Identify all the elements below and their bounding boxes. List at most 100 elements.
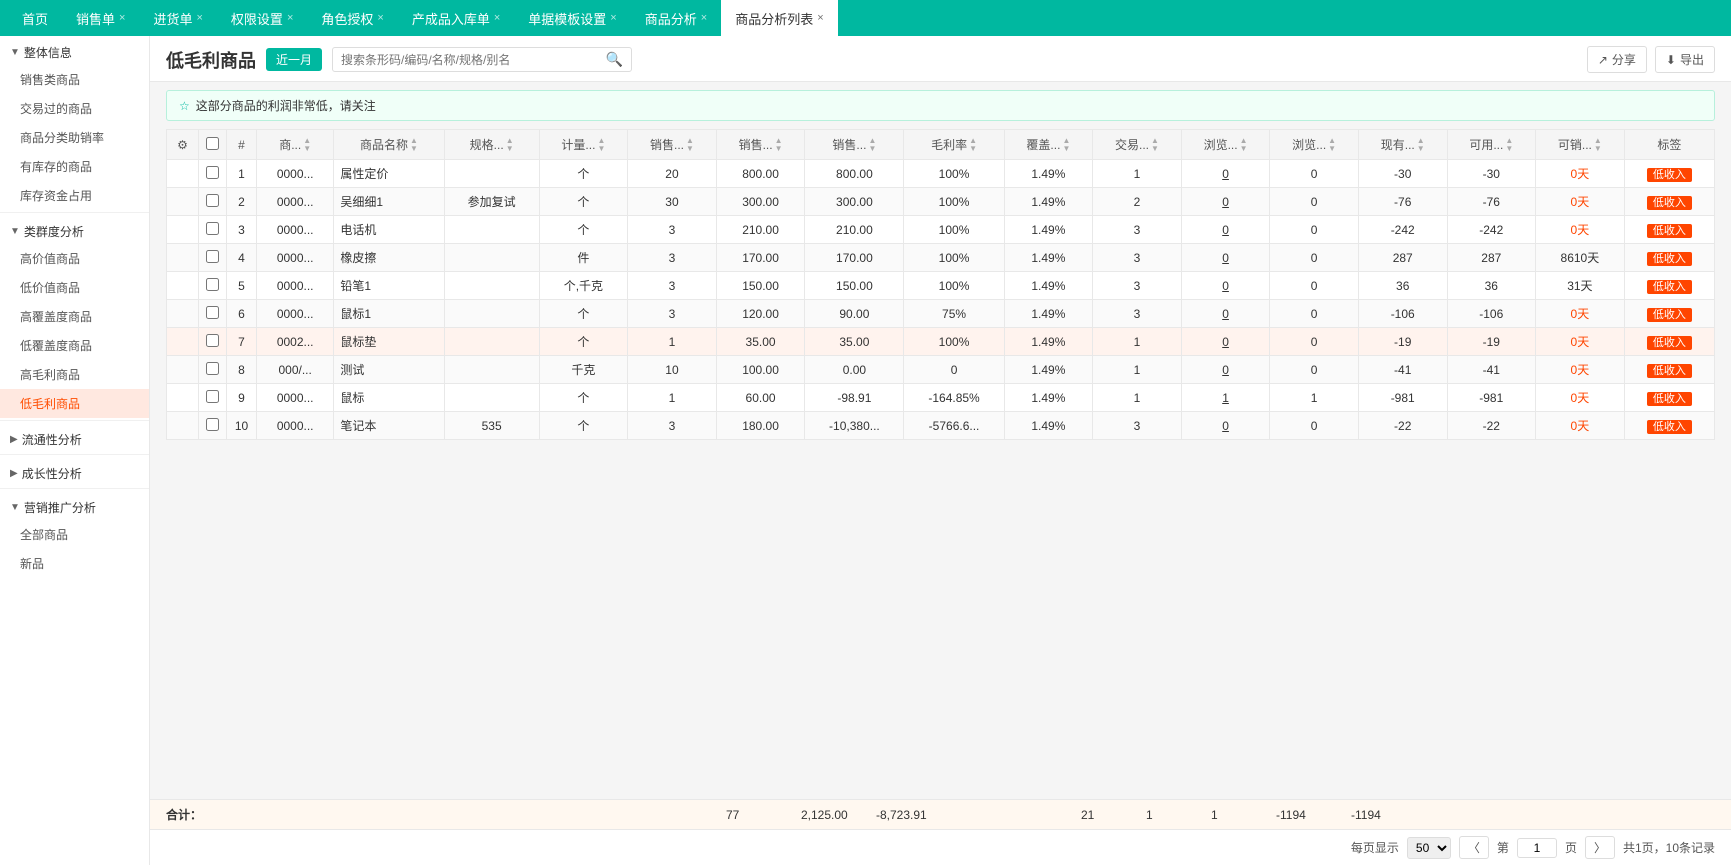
select-all-checkbox[interactable]	[206, 137, 219, 150]
cell-name-0[interactable]: 属性定价	[334, 160, 444, 188]
row-checkbox-4[interactable]	[206, 278, 219, 291]
sidebar-group-cluster[interactable]: ▼ 类群度分析	[0, 215, 149, 244]
sort-trade[interactable]: 交易... ▲▼	[1115, 136, 1159, 153]
cell-name-4[interactable]: 铅笔1	[334, 272, 444, 300]
sort-name[interactable]: 商品名称 ▲▼	[360, 136, 418, 153]
col-header-saleable[interactable]: 可销... ▲▼	[1536, 130, 1625, 160]
col-header-settings[interactable]: ⚙	[167, 130, 199, 160]
sidebar-item-category-rate[interactable]: 商品分类助销率	[0, 123, 149, 152]
sort-available[interactable]: 可用... ▲▼	[1469, 136, 1513, 153]
cell-check-8[interactable]	[199, 384, 227, 412]
sidebar-group-growth[interactable]: ▶ 成长性分析	[0, 457, 149, 486]
cell-view1-5[interactable]: 0	[1181, 300, 1270, 328]
cell-view1-8[interactable]: 1	[1181, 384, 1270, 412]
nav-roles-close[interactable]: ×	[377, 12, 383, 24]
col-header-trade[interactable]: 交易... ▲▼	[1093, 130, 1182, 160]
col-header-check[interactable]	[199, 130, 227, 160]
sort-sale-profit[interactable]: 销售... ▲▼	[832, 136, 876, 153]
cell-view1-4[interactable]: 0	[1181, 272, 1270, 300]
row-checkbox-9[interactable]	[206, 418, 219, 431]
cell-view1-0[interactable]: 0	[1181, 160, 1270, 188]
cell-check-9[interactable]	[199, 412, 227, 440]
current-page-input[interactable]	[1517, 838, 1557, 858]
col-header-coverage[interactable]: 覆盖... ▲▼	[1004, 130, 1093, 160]
sidebar-item-stock-capital[interactable]: 库存资金占用	[0, 181, 149, 210]
sort-code[interactable]: 商... ▲▼	[279, 136, 311, 153]
search-icon[interactable]: 🔍	[606, 51, 623, 68]
cell-check-1[interactable]	[199, 188, 227, 216]
row-checkbox-1[interactable]	[206, 194, 219, 207]
nav-roles[interactable]: 角色授权×	[307, 0, 397, 36]
settings-icon[interactable]: ⚙	[177, 138, 188, 152]
sidebar-group-flow[interactable]: ▶ 流通性分析	[0, 423, 149, 452]
sort-view1[interactable]: 浏览... ▲▼	[1204, 136, 1248, 153]
col-header-sale-profit[interactable]: 销售... ▲▼	[805, 130, 904, 160]
cell-check-6[interactable]	[199, 328, 227, 356]
row-checkbox-0[interactable]	[206, 166, 219, 179]
sort-coverage[interactable]: 覆盖... ▲▼	[1026, 136, 1070, 153]
cell-name-9[interactable]: 笔记本	[334, 412, 444, 440]
sort-sale-count[interactable]: 销售... ▲▼	[650, 136, 694, 153]
row-checkbox-8[interactable]	[206, 390, 219, 403]
sidebar-group-marketing[interactable]: ▼ 营销推广分析	[0, 491, 149, 520]
cell-name-3[interactable]: 橡皮擦	[334, 244, 444, 272]
sidebar-item-high-coverage[interactable]: 高覆盖度商品	[0, 302, 149, 331]
row-checkbox-5[interactable]	[206, 306, 219, 319]
sort-current[interactable]: 现有... ▲▼	[1381, 136, 1425, 153]
sort-view2[interactable]: 浏览... ▲▼	[1292, 136, 1336, 153]
cell-check-5[interactable]	[199, 300, 227, 328]
sort-saleable[interactable]: 可销... ▲▼	[1558, 136, 1602, 153]
sidebar-item-low-value[interactable]: 低价值商品	[0, 273, 149, 302]
nav-permissions[interactable]: 权限设置×	[217, 0, 307, 36]
sidebar-item-new-goods[interactable]: 新品	[0, 549, 149, 578]
cell-name-8[interactable]: 鼠标	[334, 384, 444, 412]
nav-templates-close[interactable]: ×	[610, 12, 616, 24]
col-header-profit-rate[interactable]: 毛利率 ▲▼	[904, 130, 1004, 160]
nav-sales[interactable]: 销售单×	[62, 0, 139, 36]
row-checkbox-7[interactable]	[206, 362, 219, 375]
nav-analysis[interactable]: 商品分析×	[631, 0, 721, 36]
sort-spec[interactable]: 规格... ▲▼	[470, 136, 514, 153]
cell-name-1[interactable]: 吴细细1	[334, 188, 444, 216]
cell-view1-2[interactable]: 0	[1181, 216, 1270, 244]
cell-name-6[interactable]: 鼠标垫	[334, 328, 444, 356]
cell-check-2[interactable]	[199, 216, 227, 244]
sidebar-item-high-value[interactable]: 高价值商品	[0, 244, 149, 273]
col-header-sale-count[interactable]: 销售... ▲▼	[628, 130, 717, 160]
nav-analysis-list-close[interactable]: ×	[817, 12, 823, 24]
col-header-unit[interactable]: 计量... ▲▼	[539, 130, 628, 160]
col-header-view2[interactable]: 浏览... ▲▼	[1270, 130, 1359, 160]
col-header-view1[interactable]: 浏览... ▲▼	[1181, 130, 1270, 160]
row-checkbox-2[interactable]	[206, 222, 219, 235]
sort-sale-price[interactable]: 销售... ▲▼	[739, 136, 783, 153]
cell-name-5[interactable]: 鼠标1	[334, 300, 444, 328]
cell-check-3[interactable]	[199, 244, 227, 272]
cell-name-2[interactable]: 电话机	[334, 216, 444, 244]
col-header-available[interactable]: 可用... ▲▼	[1447, 130, 1536, 160]
cell-view1-9[interactable]: 0	[1181, 412, 1270, 440]
nav-home[interactable]: 首页	[8, 0, 62, 36]
cell-check-4[interactable]	[199, 272, 227, 300]
nav-permissions-close[interactable]: ×	[287, 12, 293, 24]
nav-analysis-close[interactable]: ×	[701, 12, 707, 24]
nav-analysis-list[interactable]: 商品分析列表×	[721, 0, 837, 36]
nav-products-close[interactable]: ×	[494, 12, 500, 24]
sidebar-item-low-margin[interactable]: 低毛利商品	[0, 389, 149, 418]
col-header-current[interactable]: 现有... ▲▼	[1358, 130, 1447, 160]
cell-name-7[interactable]: 测试	[334, 356, 444, 384]
page-size-select[interactable]: 50	[1407, 837, 1451, 859]
sort-profit-rate[interactable]: 毛利率 ▲▼	[931, 136, 977, 153]
sidebar-group-overview[interactable]: ▼ 整体信息	[0, 36, 149, 65]
search-input[interactable]	[341, 53, 606, 67]
sidebar-item-sales-goods[interactable]: 销售类商品	[0, 65, 149, 94]
sidebar-item-all-goods[interactable]: 全部商品	[0, 520, 149, 549]
export-button[interactable]: ⬇ 导出	[1655, 46, 1715, 73]
cell-view1-1[interactable]: 0	[1181, 188, 1270, 216]
sidebar-item-high-margin[interactable]: 高毛利商品	[0, 360, 149, 389]
nav-purchase[interactable]: 进货单×	[139, 0, 216, 36]
prev-page-button[interactable]: 〈	[1459, 836, 1489, 859]
cell-view1-3[interactable]: 0	[1181, 244, 1270, 272]
cell-check-0[interactable]	[199, 160, 227, 188]
date-filter-button[interactable]: 近一月	[266, 48, 322, 71]
share-button[interactable]: ↗ 分享	[1587, 46, 1647, 73]
